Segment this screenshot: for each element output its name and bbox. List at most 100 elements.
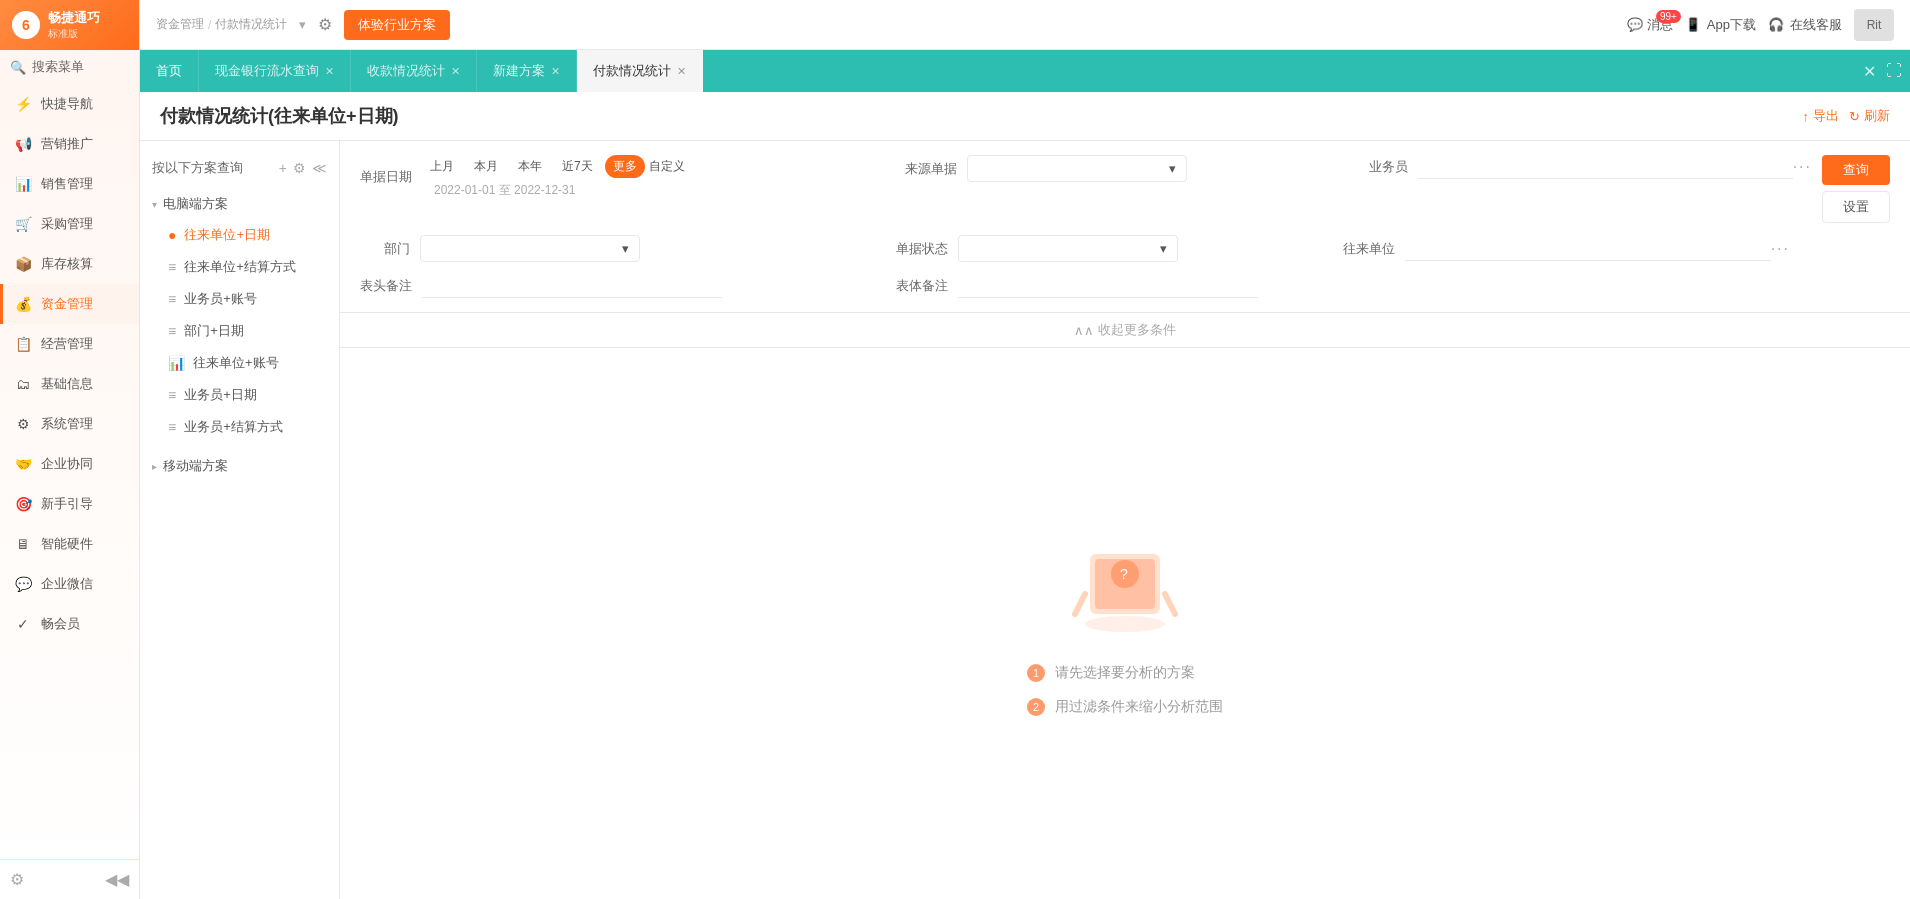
trial-button[interactable]: 体验行业方案 xyxy=(344,10,450,40)
source-voucher-select[interactable]: ▾ xyxy=(967,155,1187,182)
sidebar-item-enterprise[interactable]: 🤝 企业协同 xyxy=(0,444,139,484)
sidebar-item-label-finance: 资金管理 xyxy=(41,295,93,313)
scheme-item-dept-date[interactable]: ≡ 部门+日期 xyxy=(140,315,339,347)
tab-close-bank-flow[interactable]: ✕ xyxy=(325,65,334,78)
tab-payment-stats[interactable]: 付款情况统计✕ xyxy=(577,50,703,92)
tab-home[interactable]: 首页 xyxy=(140,50,199,92)
collapse-scheme-icon[interactable]: ≪ xyxy=(312,160,327,176)
voucher-status-select[interactable]: ▾ xyxy=(958,235,1178,262)
collapse-icon: ∧∧ xyxy=(1074,323,1094,338)
sidebar-item-basic-info[interactable]: 🗂 基础信息 xyxy=(0,364,139,404)
sidebar-item-icon-wechat: 💬 xyxy=(13,574,33,594)
sidebar-item-finance[interactable]: 💰 资金管理 xyxy=(0,284,139,324)
collapse-conditions-button[interactable]: ∧∧ 收起更多条件 xyxy=(1074,321,1176,339)
tab-close-receipt-stats[interactable]: ✕ xyxy=(451,65,460,78)
sidebar-item-label-basic-info: 基础信息 xyxy=(41,375,93,393)
scheme-group-mobile: ▸ 移动端方案 xyxy=(140,447,339,485)
staff-input[interactable] xyxy=(1418,155,1792,179)
tab-new-scheme[interactable]: 新建方案 ✕ xyxy=(477,50,577,92)
header-remark-label: 表头备注 xyxy=(360,277,422,295)
sidebar-bottom: ⚙ ◀◀ xyxy=(0,859,139,899)
voucher-status-label: 单据状态 xyxy=(896,240,958,258)
topbar-chevron-down[interactable]: ▾ xyxy=(299,17,306,32)
filter-row-3: 表头备注 表体备注 xyxy=(360,274,1890,298)
sidebar-item-quick-nav[interactable]: ⚡ 快捷导航 xyxy=(0,84,139,124)
query-button[interactable]: 查询 xyxy=(1822,155,1890,185)
scheme-item-staff-settle[interactable]: ≡ 业务员+结算方式 xyxy=(140,411,339,443)
date-this-month[interactable]: 本月 xyxy=(466,155,506,178)
close-window-icon[interactable]: ✕ xyxy=(1863,62,1876,81)
staff-label: 业务员 xyxy=(1358,158,1418,176)
source-voucher-chevron: ▾ xyxy=(1169,161,1176,176)
sidebar-item-icon-sales: 📊 xyxy=(13,174,33,194)
partner-input[interactable] xyxy=(1405,237,1771,261)
sidebar-item-label-sys-mgmt: 系统管理 xyxy=(41,415,93,433)
sidebar-item-guide[interactable]: 🎯 新手引导 xyxy=(0,484,139,524)
content-layout: 按以下方案查询 + ⚙ ≪ ▾ 电脑端方案 ● 往来单位+日期 ≡ 往来单位+结… xyxy=(140,141,1910,899)
date-this-year[interactable]: 本年 xyxy=(510,155,550,178)
sidebar-item-hardware[interactable]: 🖥 智能硬件 xyxy=(0,524,139,564)
sidebar-item-operation[interactable]: 📋 经营管理 xyxy=(0,324,139,364)
date-range-display: 2022-01-01 至 2022-12-31 xyxy=(434,183,575,197)
online-service-button[interactable]: 🎧 在线客服 xyxy=(1768,16,1842,34)
scheme-item-partner-account[interactable]: 📊 往来单位+账号 xyxy=(140,347,339,379)
scheme-item-partner-settle[interactable]: ≡ 往来单位+结算方式 xyxy=(140,251,339,283)
app-download-button[interactable]: 📱 App下载 xyxy=(1685,16,1756,34)
body-remark-input[interactable] xyxy=(958,274,1258,298)
scheme-group-header-desktop[interactable]: ▾ 电脑端方案 xyxy=(140,189,339,219)
page-inner: 付款情况统计(往来单位+日期) ↑ 导出 ↻ 刷新 xyxy=(140,92,1910,899)
sidebar-item-icon-membership: ✓ xyxy=(13,614,33,634)
header-remark-input[interactable] xyxy=(422,274,722,298)
sidebar-item-icon-enterprise: 🤝 xyxy=(13,454,33,474)
tab-label-receipt-stats: 收款情况统计 xyxy=(367,62,445,80)
collapse-sidebar-icon[interactable]: ◀◀ xyxy=(105,870,129,889)
tab-close-payment-stats[interactable]: ✕ xyxy=(677,65,686,78)
sidebar-item-membership[interactable]: ✓ 畅会员 xyxy=(0,604,139,644)
topbar-gear[interactable]: ⚙ xyxy=(318,15,332,34)
partner-more-icon[interactable]: ··· xyxy=(1771,240,1790,258)
scheme-item-label-partner-date: 往来单位+日期 xyxy=(184,226,270,244)
dept-select[interactable]: ▾ xyxy=(420,235,640,262)
date-last-month[interactable]: 上月 xyxy=(422,155,462,178)
notification-button[interactable]: 💬 消息 99+ xyxy=(1627,16,1673,34)
tab-label-new-scheme: 新建方案 xyxy=(493,62,545,80)
scheme-settings-icon[interactable]: ⚙ xyxy=(293,160,306,176)
search-menu[interactable]: 🔍 搜索菜单 xyxy=(0,50,139,84)
date-more[interactable]: 更多 xyxy=(605,155,645,178)
sidebar-item-label-purchase: 采购管理 xyxy=(41,215,93,233)
date-last-7[interactable]: 近7天 xyxy=(554,155,601,178)
tab-receipt-stats[interactable]: 收款情况统计 ✕ xyxy=(351,50,477,92)
add-scheme-icon[interactable]: + xyxy=(279,160,287,176)
sidebar-item-wechat[interactable]: 💬 企业微信 xyxy=(0,564,139,604)
scheme-item-partner-date[interactable]: ● 往来单位+日期 xyxy=(140,219,339,251)
sidebar-item-icon-purchase: 🛒 xyxy=(13,214,33,234)
refresh-button[interactable]: ↻ 刷新 xyxy=(1849,107,1890,125)
sidebar-item-icon-basic-info: 🗂 xyxy=(13,374,33,394)
sidebar-item-label-wechat: 企业微信 xyxy=(41,575,93,593)
sidebar-item-label-marketing: 营销推广 xyxy=(41,135,93,153)
scheme-panel: 按以下方案查询 + ⚙ ≪ ▾ 电脑端方案 ● 往来单位+日期 ≡ 往来单位+结… xyxy=(140,141,340,899)
collapse-bar: ∧∧ 收起更多条件 xyxy=(340,313,1910,348)
staff-more-icon[interactable]: ··· xyxy=(1793,158,1812,176)
tab-bank-flow[interactable]: 现金银行流水查询✕ xyxy=(199,50,351,92)
scheme-item-label-partner-settle: 往来单位+结算方式 xyxy=(184,258,296,276)
export-button[interactable]: ↑ 导出 xyxy=(1803,107,1840,125)
settings-button[interactable]: 设置 xyxy=(1822,191,1890,223)
refresh-icon: ↻ xyxy=(1849,109,1860,124)
sidebar-item-sys-mgmt[interactable]: ⚙ 系统管理 xyxy=(0,404,139,444)
sidebar-item-inventory[interactable]: 📦 库存核算 xyxy=(0,244,139,284)
sidebar-item-purchase[interactable]: 🛒 采购管理 xyxy=(0,204,139,244)
date-custom[interactable]: 自定义 xyxy=(649,158,685,175)
tab-close-new-scheme[interactable]: ✕ xyxy=(551,65,560,78)
settings-bottom-icon[interactable]: ⚙ xyxy=(10,870,24,889)
scheme-item-staff-date[interactable]: ≡ 业务员+日期 xyxy=(140,379,339,411)
sidebar-item-sales[interactable]: 📊 销售管理 xyxy=(0,164,139,204)
scheme-item-icon-partner-date: ● xyxy=(168,227,176,243)
maximize-window-icon[interactable]: ⛶ xyxy=(1886,62,1902,80)
user-avatar[interactable]: Rit xyxy=(1854,9,1894,41)
sidebar-item-icon-hardware: 🖥 xyxy=(13,534,33,554)
sidebar-item-marketing[interactable]: 📢 营销推广 xyxy=(0,124,139,164)
window-controls: ✕ ⛶ xyxy=(1855,50,1910,92)
scheme-group-header-mobile[interactable]: ▸ 移动端方案 xyxy=(140,451,339,481)
scheme-item-staff-account[interactable]: ≡ 业务员+账号 xyxy=(140,283,339,315)
